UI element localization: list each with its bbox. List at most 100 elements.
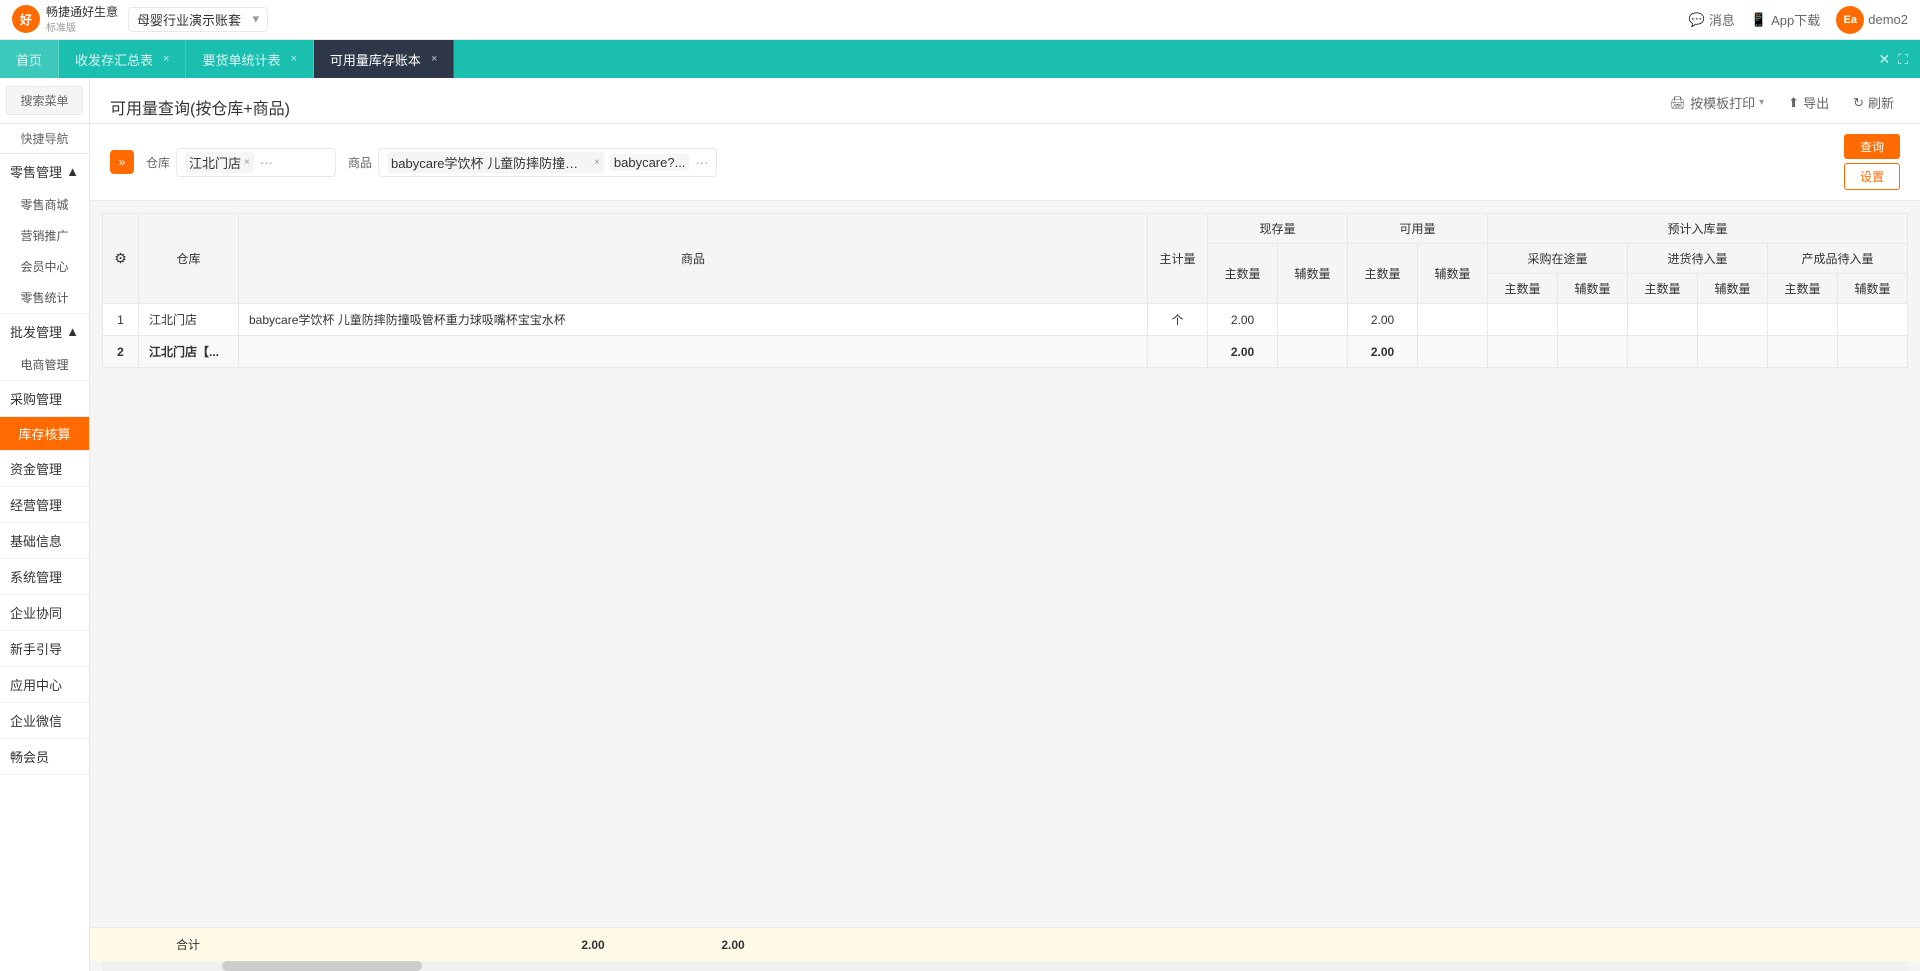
sidebar-item-ecommerce[interactable]: 电商管理 [0,349,89,380]
gear-icon: ⚙ [114,250,127,266]
th-available-main: 主数量 [1348,244,1418,304]
tenant-selector[interactable]: 母婴行业演示账套 ▾ [128,7,268,32]
export-icon: ⬆ [1788,95,1799,111]
user-name: demo2 [1868,12,1908,27]
sidebar-item-marketing[interactable]: 营销推广 [0,220,89,251]
row2-stock-main: 2.00 [1208,336,1278,368]
query-btn[interactable]: 查询 [1844,134,1900,159]
sidebar-group-guide-header[interactable]: 新手引导 [0,631,89,666]
sidebar-group-system-header[interactable]: 系统管理 [0,559,89,594]
sidebar-group-wholesale: 批发管理 ▲ 电商管理 [0,314,89,381]
logo-sub: 标准版 [46,19,118,34]
row1-available-aux [1418,304,1488,336]
tab-available-stock-close[interactable]: × [431,53,437,65]
row1-pur-transit-main [1488,304,1558,336]
product-more-icon[interactable]: ··· [695,155,708,170]
sidebar-group-retail: 零售管理 ▲ 零售商城 营销推广 会员中心 零售统计 [0,154,89,314]
refresh-label: 刷新 [1868,93,1894,112]
user-avatar: Ea [1836,6,1864,34]
tab-order-stats[interactable]: 要货单统计表 × [186,40,313,78]
tab-order-stats-label: 要货单统计表 [202,50,280,69]
filter-expand-btn[interactable]: » [110,150,134,174]
tab-close-all-btn[interactable]: ✕ [1878,51,1890,68]
data-table: ⚙ 仓库 商品 主计量 现存量 可用量 预计入库量 主数量 辅数量 主数量 辅数… [102,213,1908,368]
message-label: 消息 [1709,10,1735,29]
settings-btn[interactable]: 设置 [1844,163,1900,190]
sidebar-quick-nav[interactable]: 快捷导航 [0,124,89,154]
row2-stock-aux [1278,336,1348,368]
footer-label: 合计 [138,936,238,953]
row2-prod-pending-aux [1838,336,1908,368]
warehouse-tag-close[interactable]: × [244,157,250,168]
product-tag-1-value: babycare学饮杯 儿童防摔防撞吸管杯重力球吸嘴杯宝宝水杯 [391,153,591,172]
th-product: 商品 [239,214,1148,304]
sidebar-group-wechat: 企业微信 [0,703,89,739]
table-body: 1 江北门店 babycare学饮杯 儿童防摔防撞吸管杯重力球吸嘴杯宝宝水杯 个… [103,304,1908,368]
th-stock-group: 现存量 [1208,214,1348,244]
sidebar-group-member-header[interactable]: 畅会员 [0,739,89,774]
download-icon: 📱 [1751,12,1767,28]
refresh-icon: ↻ [1853,95,1864,111]
user-area[interactable]: Ea demo2 [1836,6,1908,34]
tab-receipt-summary-label: 收发存汇总表 [75,50,153,69]
sidebar-group-base-header[interactable]: 基础信息 [0,523,89,558]
tab-receipt-summary-close[interactable]: × [163,53,169,65]
table-row: 2 江北门店【... 2.00 2.00 [103,336,1908,368]
sidebar-group-inventory: 库存核算 [0,417,89,451]
footer-available-main: 2.00 [698,938,768,952]
row2-pur-transit-aux [1558,336,1628,368]
footer-stock-main: 2.00 [558,938,628,952]
filter-bar: » 仓库 江北门店 × ··· 商品 babycare学饮杯 儿童防摔防撞吸管杯… [90,124,1920,201]
sidebar-group-inventory-header[interactable]: 库存核算 [0,417,89,450]
table-footer: 合计 2.00 2.00 [90,927,1920,961]
th-expected-in-group: 预计入库量 [1488,214,1908,244]
sidebar-group-retail-header[interactable]: 零售管理 ▲ [0,154,89,189]
table-row: 1 江北门店 babycare学饮杯 儿童防摔防撞吸管杯重力球吸嘴杯宝宝水杯 个… [103,304,1908,336]
row2-prod-pending-main [1768,336,1838,368]
row1-pur-pending-aux [1698,304,1768,336]
download-btn[interactable]: 📱 App下载 [1751,10,1820,29]
tab-expand-btn[interactable]: ⛶ [1898,51,1908,68]
product-filter: 商品 babycare学饮杯 儿童防摔防撞吸管杯重力球吸嘴杯宝宝水杯 × bab… [348,148,717,177]
tab-available-stock[interactable]: 可用量库存账本 × [314,40,454,78]
filter-actions: 查询 设置 [1844,134,1900,190]
sidebar-group-collab-header[interactable]: 企业协同 [0,595,89,630]
sidebar-group-finance-header[interactable]: 资金管理 [0,451,89,486]
sidebar-item-members[interactable]: 会员中心 [0,251,89,282]
tab-home[interactable]: 首页 [0,40,59,78]
row2-available-main: 2.00 [1348,336,1418,368]
th-purchase-transit-main: 主数量 [1488,274,1558,304]
table-scrollbar[interactable] [102,961,1908,971]
th-purchase-transit-group: 采购在途量 [1488,244,1628,274]
sidebar-group-purchase-header[interactable]: 采购管理 [0,381,89,416]
row1-stock-main: 2.00 [1208,304,1278,336]
sidebar-search-btn[interactable]: 搜索菜单 [6,86,83,115]
table-wrapper: ⚙ 仓库 商品 主计量 现存量 可用量 预计入库量 主数量 辅数量 主数量 辅数… [90,201,1920,927]
product-input[interactable]: babycare学饮杯 儿童防摔防撞吸管杯重力球吸嘴杯宝宝水杯 × babyca… [378,148,717,177]
sidebar-group-wholesale-header[interactable]: 批发管理 ▲ [0,314,89,349]
tab-receipt-summary[interactable]: 收发存汇总表 × [59,40,186,78]
sidebar-item-retail-mall[interactable]: 零售商城 [0,189,89,220]
tab-order-stats-close[interactable]: × [290,53,296,65]
warehouse-more-icon[interactable]: ··· [260,155,273,170]
product-tag-1-close[interactable]: × [594,157,600,168]
row1-index: 1 [103,304,139,336]
table-scrollbar-thumb[interactable] [222,961,422,971]
sidebar-group-base: 基础信息 [0,523,89,559]
row1-product: babycare学饮杯 儿童防摔防撞吸管杯重力球吸嘴杯宝宝水杯 [239,304,1148,336]
sidebar-group-guide: 新手引导 [0,631,89,667]
sidebar-item-retail-stats[interactable]: 零售统计 [0,282,89,313]
template-print-btn[interactable]: 🖨 按模板打印 ▾ [1664,90,1771,115]
message-btn[interactable]: 💬 消息 [1689,10,1735,29]
warehouse-input[interactable]: 江北门店 × ··· [176,148,336,177]
sidebar-group-apps-header[interactable]: 应用中心 [0,667,89,702]
download-label: App下载 [1771,10,1820,29]
refresh-btn[interactable]: ↻ 刷新 [1847,90,1900,115]
print-icon: 🖨 [1670,95,1687,111]
th-production-pending-main: 主数量 [1768,274,1838,304]
sidebar-group-wechat-header[interactable]: 企业微信 [0,703,89,738]
export-label: 导出 [1803,93,1829,112]
th-gear[interactable]: ⚙ [103,214,139,304]
sidebar-group-ops-header[interactable]: 经营管理 [0,487,89,522]
export-btn[interactable]: ⬆ 导出 [1782,90,1835,115]
